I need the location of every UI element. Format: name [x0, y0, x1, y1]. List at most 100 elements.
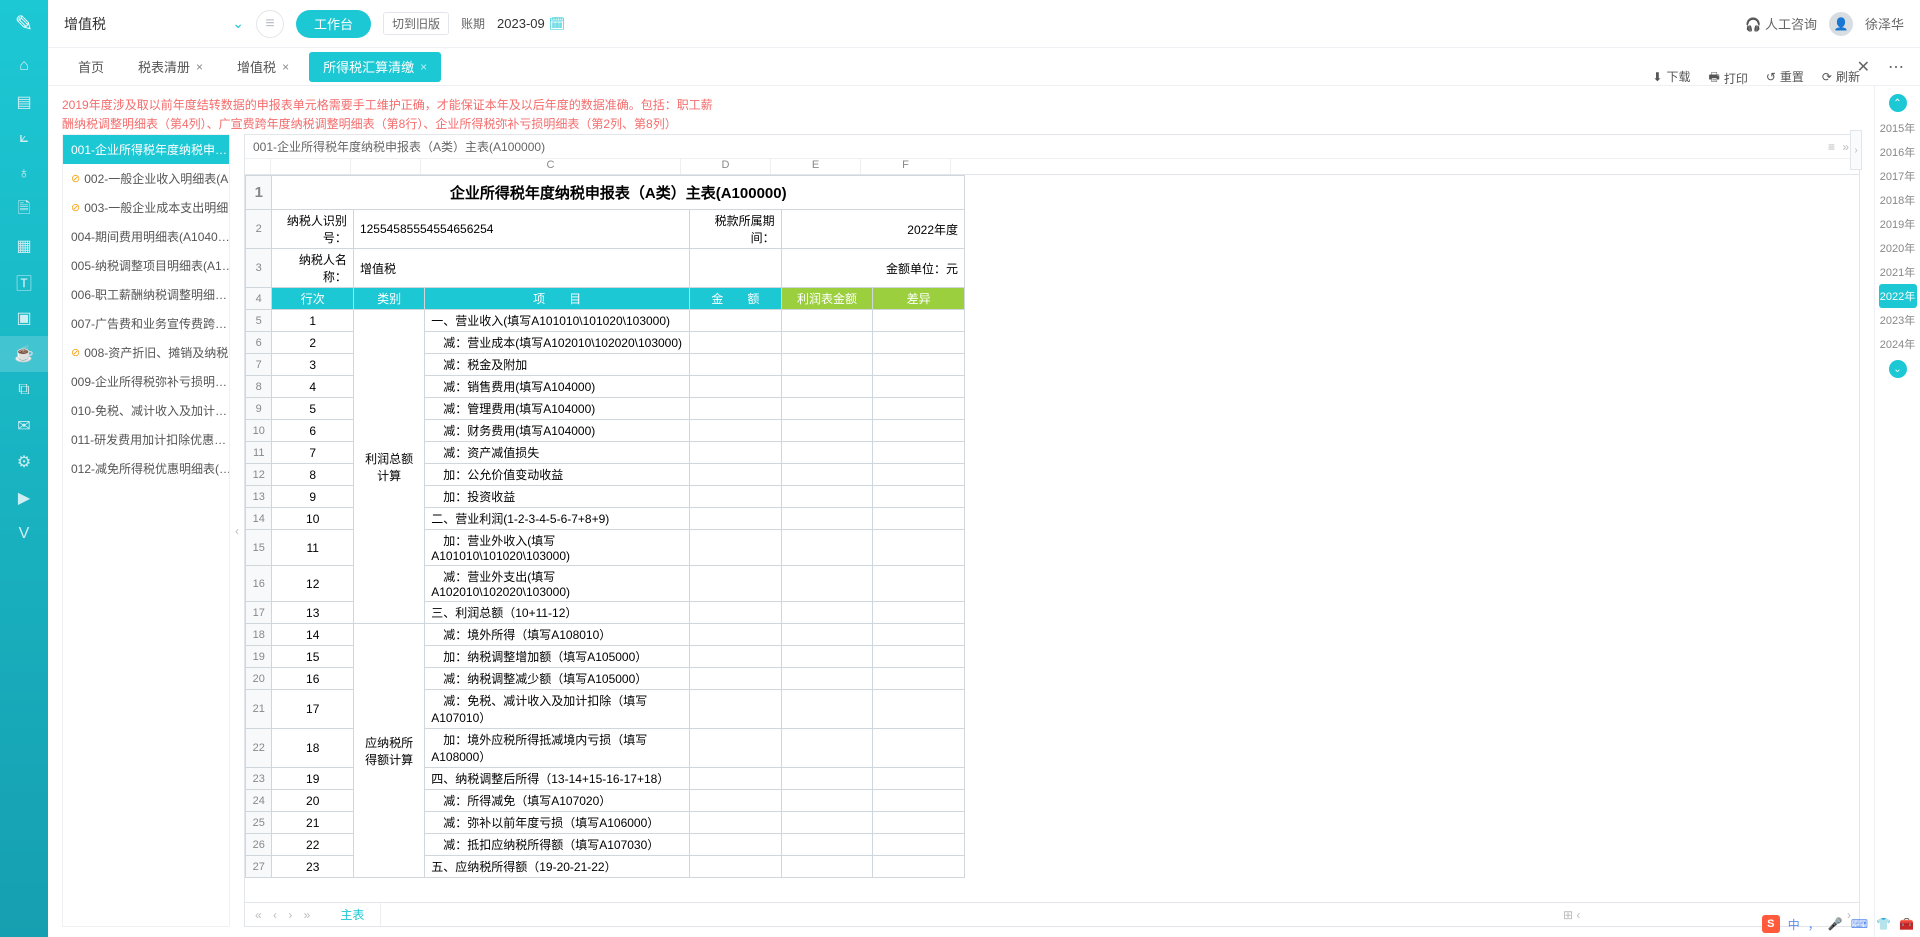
amount-cell[interactable] [690, 668, 782, 690]
form-item[interactable]: 006-职工薪酬纳税调整明细… [63, 280, 229, 309]
year-2018年[interactable]: 2018年 [1879, 188, 1917, 212]
nav-template-icon[interactable]: 🅃 [0, 264, 48, 300]
pl-amount-cell[interactable] [781, 310, 873, 332]
amount-cell[interactable] [690, 646, 782, 668]
amount-cell[interactable] [690, 332, 782, 354]
nav-archive-icon[interactable]: ⧉ [0, 372, 48, 408]
ime-skin-icon[interactable]: 👕 [1876, 917, 1891, 931]
amount-cell[interactable] [690, 420, 782, 442]
form-item[interactable]: 010-免税、减计收入及加计… [63, 396, 229, 425]
diff-cell[interactable] [873, 398, 965, 420]
switch-old-version[interactable]: 切到旧版 [383, 12, 449, 35]
nav-video-icon[interactable]: ▶ [0, 480, 48, 516]
collapse-forms-handle[interactable]: ‹ [230, 134, 244, 927]
amount-cell[interactable] [690, 856, 782, 878]
company-selector[interactable]: 增值税 ⌄ [64, 14, 244, 34]
more-tabs-icon[interactable]: ⋯ [1888, 57, 1904, 77]
diff-cell[interactable] [873, 332, 965, 354]
diff-cell[interactable] [873, 486, 965, 508]
ime-toolbox-icon[interactable]: 🧰 [1899, 917, 1914, 931]
form-item[interactable]: 001-企业所得税年度纳税申… [63, 135, 229, 164]
diff-cell[interactable] [873, 354, 965, 376]
form-item[interactable]: 012-减免所得税优惠明细表(… [63, 454, 229, 483]
amount-cell[interactable] [690, 729, 782, 768]
diff-cell[interactable] [873, 442, 965, 464]
diff-cell[interactable] [873, 566, 965, 602]
amount-cell[interactable] [690, 486, 782, 508]
pl-amount-cell[interactable] [781, 834, 873, 856]
year-scroll-down[interactable]: ⌄ [1889, 360, 1907, 378]
pl-amount-cell[interactable] [781, 332, 873, 354]
support-link[interactable]: 🎧 人工咨询 [1745, 14, 1817, 33]
year-2020年[interactable]: 2020年 [1879, 236, 1917, 260]
pl-amount-cell[interactable] [781, 602, 873, 624]
diff-cell[interactable] [873, 790, 965, 812]
pl-amount-cell[interactable] [781, 464, 873, 486]
diff-cell[interactable] [873, 834, 965, 856]
pl-amount-cell[interactable] [781, 566, 873, 602]
year-2017年[interactable]: 2017年 [1879, 164, 1917, 188]
grid-body[interactable]: 1企业所得税年度纳税申报表（A类）主表(A100000) 2 纳税人识别号： 1… [245, 175, 1859, 902]
diff-cell[interactable] [873, 690, 965, 729]
pl-amount-cell[interactable] [781, 624, 873, 646]
close-icon[interactable]: × [420, 60, 427, 74]
nav-tax-icon[interactable]: ☕ [0, 336, 48, 372]
pl-amount-cell[interactable] [781, 768, 873, 790]
pl-amount-cell[interactable] [781, 398, 873, 420]
nav-calendar-icon[interactable]: ▣ [0, 300, 48, 336]
pl-amount-cell[interactable] [781, 856, 873, 878]
nav-doc-icon[interactable]: 🗎 [0, 192, 48, 228]
diff-cell[interactable] [873, 646, 965, 668]
list-button[interactable]: ≡ [256, 10, 284, 38]
ime-lang[interactable]: 中 [1788, 916, 1800, 933]
expand-right-handle[interactable]: › [1850, 130, 1862, 170]
diff-cell[interactable] [873, 812, 965, 834]
amount-cell[interactable] [690, 690, 782, 729]
diff-cell[interactable] [873, 508, 965, 530]
pl-amount-cell[interactable] [781, 420, 873, 442]
nav-settings-icon[interactable]: ⚙ [0, 444, 48, 480]
diff-cell[interactable] [873, 602, 965, 624]
close-icon[interactable]: × [282, 60, 289, 74]
amount-cell[interactable] [690, 602, 782, 624]
sheet-tab-main[interactable]: 主表 [324, 903, 381, 926]
amount-cell[interactable] [690, 834, 782, 856]
year-scroll-up[interactable]: ⌃ [1889, 94, 1907, 112]
amount-cell[interactable] [690, 464, 782, 486]
amount-cell[interactable] [690, 398, 782, 420]
sheet-menu-icon[interactable]: ≡ » [1828, 140, 1851, 154]
amount-cell[interactable] [690, 566, 782, 602]
ime-mic-icon[interactable]: 🎤 [1828, 917, 1843, 931]
form-item[interactable]: 008-资产折旧、摊销及纳税… [63, 338, 229, 367]
pl-amount-cell[interactable] [781, 812, 873, 834]
form-item[interactable]: 003-一般企业成本支出明细… [63, 193, 229, 222]
nav-grid-icon[interactable]: ▦ [0, 228, 48, 264]
form-item[interactable]: 005-纳税调整项目明细表(A1… [63, 251, 229, 280]
form-item[interactable]: 009-企业所得税弥补亏损明… [63, 367, 229, 396]
pl-amount-cell[interactable] [781, 646, 873, 668]
nav-v-icon[interactable]: V [0, 516, 48, 552]
diff-cell[interactable] [873, 768, 965, 790]
tab-所得税汇算清缴[interactable]: 所得税汇算清缴× [309, 52, 441, 82]
ime-keyboard-icon[interactable]: ⌨ [1851, 917, 1868, 931]
amount-cell[interactable] [690, 530, 782, 566]
year-2019年[interactable]: 2019年 [1879, 212, 1917, 236]
tab-首页[interactable]: 首页 [64, 52, 118, 82]
nav-home-icon[interactable]: ⌂ [0, 48, 48, 84]
user-avatar[interactable]: 👤 [1829, 12, 1853, 36]
pl-amount-cell[interactable] [781, 442, 873, 464]
pl-amount-cell[interactable] [781, 376, 873, 398]
pl-amount-cell[interactable] [781, 790, 873, 812]
ime-logo[interactable]: S [1762, 915, 1780, 933]
amount-cell[interactable] [690, 790, 782, 812]
diff-cell[interactable] [873, 376, 965, 398]
diff-cell[interactable] [873, 668, 965, 690]
ime-punct-icon[interactable]: ， [1808, 916, 1820, 933]
period-picker[interactable]: 2023-09 🗓 [497, 16, 565, 32]
amount-cell[interactable] [690, 624, 782, 646]
nav-funds-icon[interactable]: ♁ [0, 156, 48, 192]
diff-cell[interactable] [873, 464, 965, 486]
year-2023年[interactable]: 2023年 [1879, 308, 1917, 332]
nav-inbox-icon[interactable]: ✉ [0, 408, 48, 444]
amount-cell[interactable] [690, 768, 782, 790]
